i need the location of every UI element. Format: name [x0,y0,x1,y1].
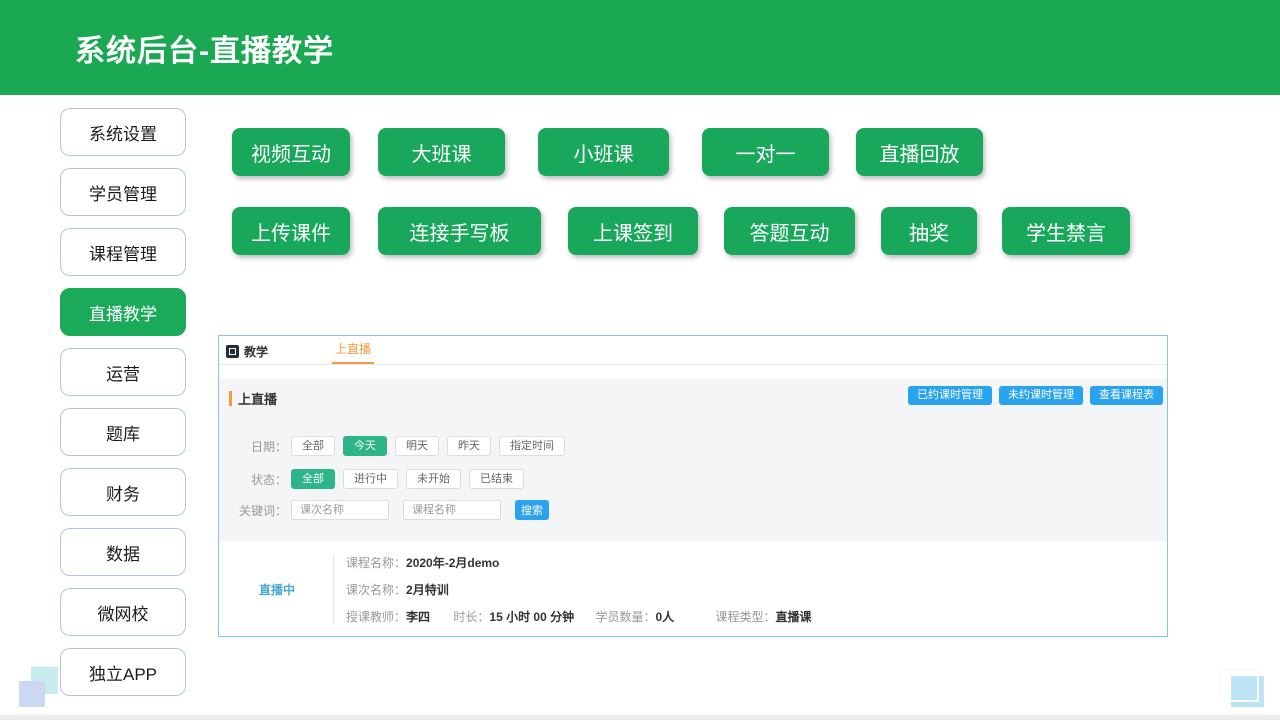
feature-button-lottery[interactable]: 抽奖 [881,207,977,255]
decor-square-outline-right [1220,670,1259,702]
feature-button-large-class[interactable]: 大班课 [378,128,505,176]
course-type-label: 课程类型： [715,610,775,624]
sidebar: 系统设置 学员管理 课程管理 直播教学 运营 题库 财务 数据 微网校 独立AP… [60,108,186,708]
sidebar-item-student-management[interactable]: 学员管理 [60,168,186,216]
date-filter-yesterday[interactable]: 昨天 [447,436,491,456]
sidebar-item-live-teaching[interactable]: 直播教学 [60,288,186,336]
sidebar-item-finance[interactable]: 财务 [60,468,186,516]
feature-button-student-mute[interactable]: 学生禁言 [1002,207,1130,255]
sidebar-item-operations[interactable]: 运营 [60,348,186,396]
feature-button-one-on-one[interactable]: 一对一 [702,128,829,176]
course-info: 课程名称：2020年-2月demo 课次名称：2月特训 授课教师：李四 时长：1… [346,557,812,638]
date-filter-label: 日期： [229,438,287,455]
status-filter-ongoing[interactable]: 进行中 [343,469,398,489]
admin-panel: 教学 上直播 上直播 已约课时管理 未约课时管理 查看课程表 日期： 全部 今天… [218,335,1168,637]
teacher-value: 李四 [406,610,430,624]
view-schedule-button[interactable]: 查看课程表 [1090,386,1163,405]
keyword-filter-label: 关键词： [229,502,287,519]
search-button[interactable]: 搜索 [515,500,549,520]
teaching-app-icon [226,345,239,358]
feature-button-connect-writing-tablet[interactable]: 连接手写板 [378,207,541,255]
panel-tab-bar: 教学 上直播 [219,336,1167,365]
panel-header-buttons: 已约课时管理 未约课时管理 查看课程表 [908,386,1163,405]
sidebar-item-micro-school[interactable]: 微网校 [60,588,186,636]
row-divider [333,557,334,623]
sidebar-item-data[interactable]: 数据 [60,528,186,576]
feature-button-live-replay[interactable]: 直播回放 [856,128,983,176]
feature-button-quiz-interaction[interactable]: 答题互动 [724,207,855,255]
unbooked-hours-button[interactable]: 未约课时管理 [999,386,1083,405]
decor-square-lavender-left [19,681,45,707]
page-header: 系统后台-直播教学 [0,0,1280,95]
course-name-line: 课程名称：2020年-2月demo [346,557,812,570]
sidebar-item-standalone-app[interactable]: 独立APP [60,648,186,696]
panel-filter-section: 上直播 已约课时管理 未约课时管理 查看课程表 日期： 全部 今天 明天 昨天 … [219,379,1167,541]
course-meta-line: 授课教师：李四 时长：15 小时 00 分钟 学员数量：0人 课程类型：直播课 [346,611,812,624]
keyword-filter-row: 关键词： 搜索 [229,500,549,520]
tab-go-live[interactable]: 上直播 [332,336,374,364]
live-status-label: 直播中 [259,581,295,598]
course-name-value: 2020年-2月demo [406,556,499,570]
page-title: 系统后台-直播教学 [75,26,334,70]
feature-button-small-class[interactable]: 小班课 [538,128,669,176]
status-filter-row: 状态： 全部 进行中 未开始 已结束 [229,469,532,489]
sidebar-item-course-management[interactable]: 课程管理 [60,228,186,276]
sidebar-item-question-bank[interactable]: 题库 [60,408,186,456]
course-name-input[interactable] [403,500,501,520]
section-title: 上直播 [229,389,277,408]
bottom-strip [0,715,1280,720]
duration-value: 15 小时 00 分钟 [489,610,574,624]
session-name-line: 课次名称：2月特训 [346,584,812,597]
date-filter-tomorrow[interactable]: 明天 [395,436,439,456]
sidebar-item-system-settings[interactable]: 系统设置 [60,108,186,156]
page: 系统后台-直播教学 系统设置 学员管理 课程管理 直播教学 运营 题库 财务 数… [0,0,1280,720]
feature-row-1: 视频互动 大班课 小班课 一对一 直播回放 [232,128,983,176]
teacher-label: 授课教师： [346,610,406,624]
duration-label: 时长： [453,610,489,624]
session-name-input[interactable] [291,500,389,520]
panel-app-title: 教学 [244,343,268,360]
course-type-value: 直播课 [776,610,812,624]
feature-button-video-interaction[interactable]: 视频互动 [232,128,350,176]
feature-button-upload-courseware[interactable]: 上传课件 [232,207,350,255]
status-filter-label: 状态： [229,471,287,488]
students-value: 0人 [655,610,674,624]
students-label: 学员数量： [595,610,655,624]
course-list-row: 直播中 课程名称：2020年-2月demo 课次名称：2月特训 授课教师：李四 … [219,541,1167,636]
course-name-label: 课程名称： [346,556,406,570]
section-title-text: 上直播 [238,389,277,408]
session-name-label: 课次名称： [346,583,406,597]
feature-row-2: 上传课件 连接手写板 上课签到 答题互动 抽奖 学生禁言 [232,207,1130,255]
status-filter-all[interactable]: 全部 [291,469,335,489]
status-filter-not-started[interactable]: 未开始 [406,469,461,489]
session-name-value: 2月特训 [406,583,449,597]
status-filter-ended[interactable]: 已结束 [469,469,524,489]
date-filter-row: 日期： 全部 今天 明天 昨天 指定时间 [229,436,573,456]
section-title-bar [229,391,232,406]
feature-button-class-checkin[interactable]: 上课签到 [568,207,698,255]
date-filter-all[interactable]: 全部 [291,436,335,456]
date-filter-custom[interactable]: 指定时间 [499,436,565,456]
date-filter-today[interactable]: 今天 [343,436,387,456]
booked-hours-button[interactable]: 已约课时管理 [908,386,992,405]
panel-app: 教学 [226,343,268,360]
